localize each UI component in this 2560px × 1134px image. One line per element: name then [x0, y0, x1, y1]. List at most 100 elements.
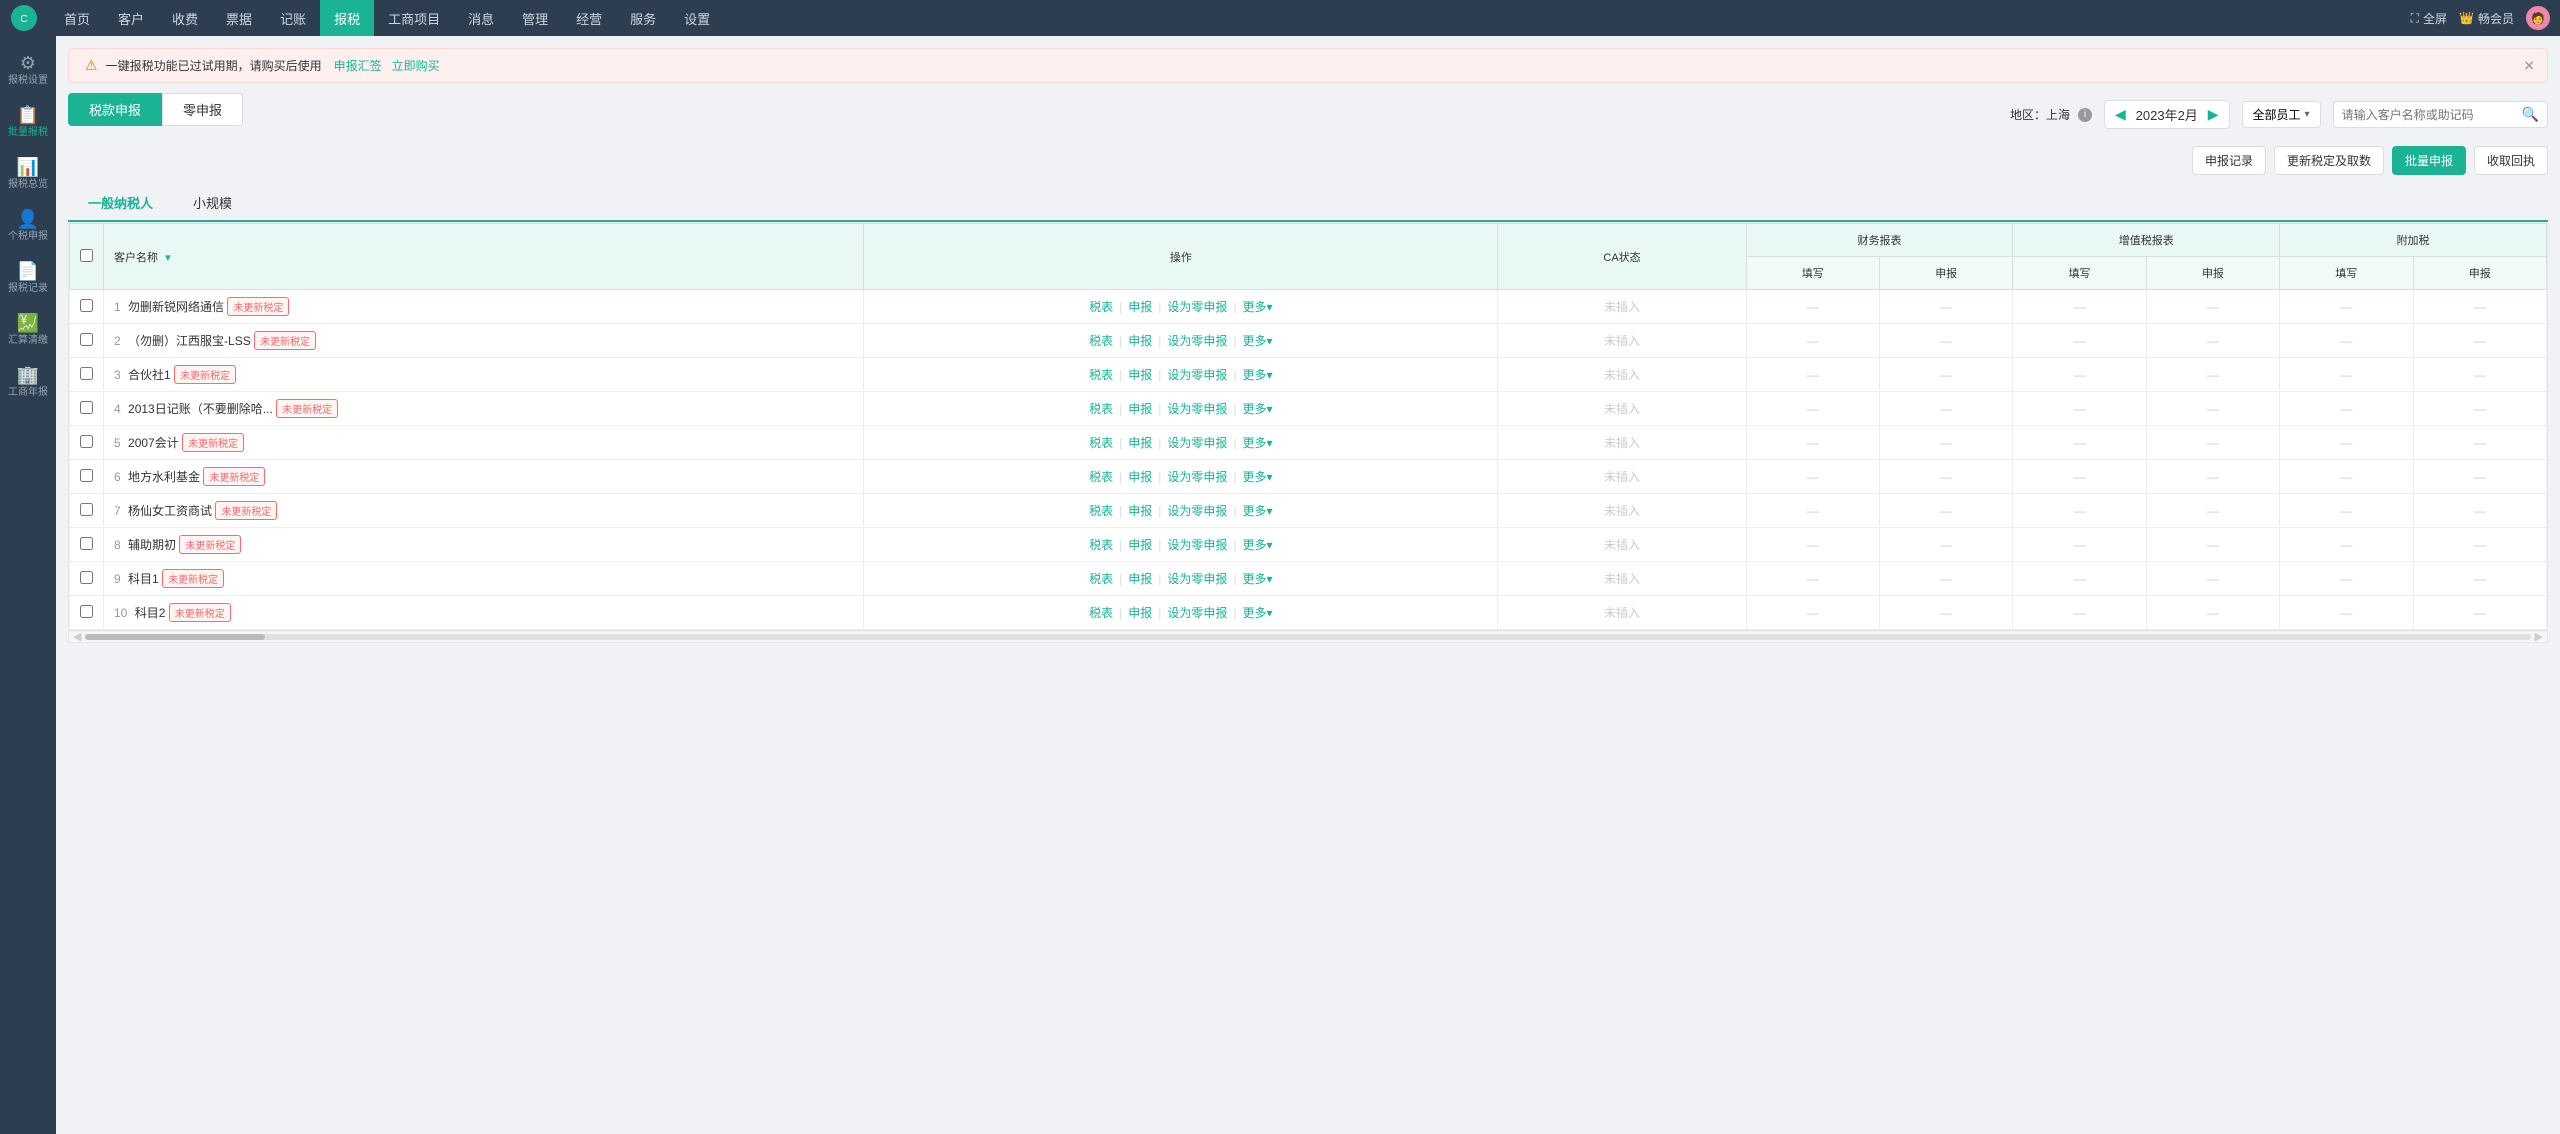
tax-form-link[interactable]: 税表	[1089, 298, 1113, 315]
row-checkbox[interactable]	[80, 435, 93, 448]
row-checkbox[interactable]	[80, 401, 93, 414]
scroll-thumb[interactable]	[85, 634, 265, 640]
sort-icon[interactable]: ▾	[165, 252, 171, 264]
declare-link[interactable]: 申报	[1128, 366, 1152, 383]
zero-declare-link[interactable]: 设为零申报	[1167, 332, 1227, 349]
more-link[interactable]: 更多▾	[1243, 400, 1273, 417]
zero-declare-link[interactable]: 设为零申报	[1167, 502, 1227, 519]
select-all-checkbox[interactable]	[80, 249, 93, 262]
banner-link-report[interactable]: 申报汇签	[334, 57, 382, 74]
nav-operation[interactable]: 经营	[562, 0, 616, 36]
row-checkbox[interactable]	[80, 469, 93, 482]
tab-zero-declaration[interactable]: 零申报	[162, 93, 243, 126]
tab-tax-declaration[interactable]: 税款申报	[68, 93, 162, 126]
zero-declare-link[interactable]: 设为零申报	[1167, 298, 1227, 315]
sidebar-item-annual-report[interactable]: 🏢 工商年报	[0, 356, 56, 408]
sidebar-item-tax-record[interactable]: 📄 报税记录	[0, 252, 56, 304]
sidebar-item-settlement[interactable]: 💹 汇算清缴	[0, 304, 56, 356]
info-icon[interactable]: i	[2078, 108, 2092, 122]
horizontal-scrollbar[interactable]: ◀ ▶	[69, 630, 2547, 642]
tax-form-link[interactable]: 税表	[1089, 570, 1113, 587]
member-button[interactable]: 👑 畅会员	[2459, 10, 2514, 27]
zero-declare-link[interactable]: 设为零申报	[1167, 536, 1227, 553]
declare-link[interactable]: 申报	[1128, 604, 1152, 621]
declare-link[interactable]: 申报	[1128, 502, 1152, 519]
update-tax-button[interactable]: 更新税定及取数	[2274, 146, 2384, 175]
more-link[interactable]: 更多▾	[1243, 536, 1273, 553]
row-checkbox[interactable]	[80, 537, 93, 550]
declare-link[interactable]: 申报	[1128, 400, 1152, 417]
vat-declare-cell: —	[2146, 392, 2279, 426]
banner-link-buy[interactable]: 立即购买	[392, 57, 440, 74]
banner-close-button[interactable]: ✕	[2523, 57, 2535, 74]
nav-business[interactable]: 工商项目	[374, 0, 454, 36]
row-checkbox[interactable]	[80, 299, 93, 312]
tax-form-link[interactable]: 税表	[1089, 400, 1113, 417]
search-input[interactable]	[2342, 108, 2522, 122]
more-link[interactable]: 更多▾	[1243, 366, 1273, 383]
next-month-button[interactable]: ▶	[2208, 106, 2219, 123]
more-link[interactable]: 更多▾	[1243, 332, 1273, 349]
search-icon[interactable]: 🔍	[2522, 106, 2539, 123]
sidebar-item-tax-settings[interactable]: ⚙ 报税设置	[0, 44, 56, 96]
fullscreen-button[interactable]: ⛶ 全屏	[2411, 10, 2447, 27]
tab-general-taxpayer[interactable]: 一般纳税人	[68, 185, 173, 222]
tab-small-scale[interactable]: 小规模	[173, 185, 252, 222]
row-checkbox[interactable]	[80, 571, 93, 584]
row-checkbox[interactable]	[80, 605, 93, 618]
nav-admin[interactable]: 管理	[508, 0, 562, 36]
collect-receipt-button[interactable]: 收取回执	[2474, 146, 2548, 175]
row-checkbox[interactable]	[80, 367, 93, 380]
declare-link[interactable]: 申报	[1128, 570, 1152, 587]
nav-billing[interactable]: 收费	[158, 0, 212, 36]
sidebar-item-personal-tax[interactable]: 👤 个税申报	[0, 200, 56, 252]
declare-link[interactable]: 申报	[1128, 536, 1152, 553]
more-link[interactable]: 更多▾	[1243, 468, 1273, 485]
zero-declare-link[interactable]: 设为零申报	[1167, 434, 1227, 451]
row-checkbox[interactable]	[80, 503, 93, 516]
nav-accounting[interactable]: 记账	[266, 0, 320, 36]
prev-month-button[interactable]: ◀	[2115, 106, 2126, 123]
row-checkbox[interactable]	[80, 333, 93, 346]
nav-customer[interactable]: 客户	[104, 0, 158, 36]
more-link[interactable]: 更多▾	[1243, 604, 1273, 621]
nav-settings[interactable]: 设置	[670, 0, 724, 36]
declare-link[interactable]: 申报	[1128, 468, 1152, 485]
employee-filter-dropdown[interactable]: 全部员工 ▾	[2242, 101, 2321, 128]
more-link[interactable]: 更多▾	[1243, 502, 1273, 519]
sidebar-item-batch-tax[interactable]: 📋 批量报税	[0, 96, 56, 148]
zero-declare-link[interactable]: 设为零申报	[1167, 570, 1227, 587]
tax-form-link[interactable]: 税表	[1089, 332, 1113, 349]
tax-form-link[interactable]: 税表	[1089, 604, 1113, 621]
more-link[interactable]: 更多▾	[1243, 298, 1273, 315]
declaration-record-button[interactable]: 申报记录	[2192, 146, 2266, 175]
declare-link[interactable]: 申报	[1128, 332, 1152, 349]
tax-form-link[interactable]: 税表	[1089, 468, 1113, 485]
nav-home[interactable]: 首页	[50, 0, 104, 36]
tax-form-link[interactable]: 税表	[1089, 536, 1113, 553]
user-avatar[interactable]: 🧑	[2526, 6, 2550, 30]
client-name-cell: 3 合伙社1 未更新税定	[104, 358, 864, 392]
batch-declare-button[interactable]: 批量申报	[2392, 146, 2466, 175]
app-logo[interactable]: C	[10, 4, 38, 32]
zero-declare-link[interactable]: 设为零申报	[1167, 604, 1227, 621]
nav-message[interactable]: 消息	[454, 0, 508, 36]
tax-form-link[interactable]: 税表	[1089, 366, 1113, 383]
nav-tax[interactable]: 报税	[320, 0, 374, 36]
more-link[interactable]: 更多▾	[1243, 570, 1273, 587]
tax-form-link[interactable]: 税表	[1089, 502, 1113, 519]
nav-service[interactable]: 服务	[616, 0, 670, 36]
zero-declare-link[interactable]: 设为零申报	[1167, 366, 1227, 383]
table-row: 1 勿删新锐网络通信 未更新税定 税表 | 申报 | 设为零申报 | 更多▾ 未…	[70, 290, 2547, 324]
nav-invoice[interactable]: 票据	[212, 0, 266, 36]
sidebar-item-tax-overview[interactable]: 📊 报税总览	[0, 148, 56, 200]
row-checkbox-cell	[70, 562, 104, 596]
addtax-fill-cell: —	[2280, 324, 2413, 358]
tax-form-link[interactable]: 税表	[1089, 434, 1113, 451]
overview-icon: 📊	[17, 158, 39, 176]
more-link[interactable]: 更多▾	[1243, 434, 1273, 451]
declare-link[interactable]: 申报	[1128, 298, 1152, 315]
declare-link[interactable]: 申报	[1128, 434, 1152, 451]
zero-declare-link[interactable]: 设为零申报	[1167, 400, 1227, 417]
zero-declare-link[interactable]: 设为零申报	[1167, 468, 1227, 485]
